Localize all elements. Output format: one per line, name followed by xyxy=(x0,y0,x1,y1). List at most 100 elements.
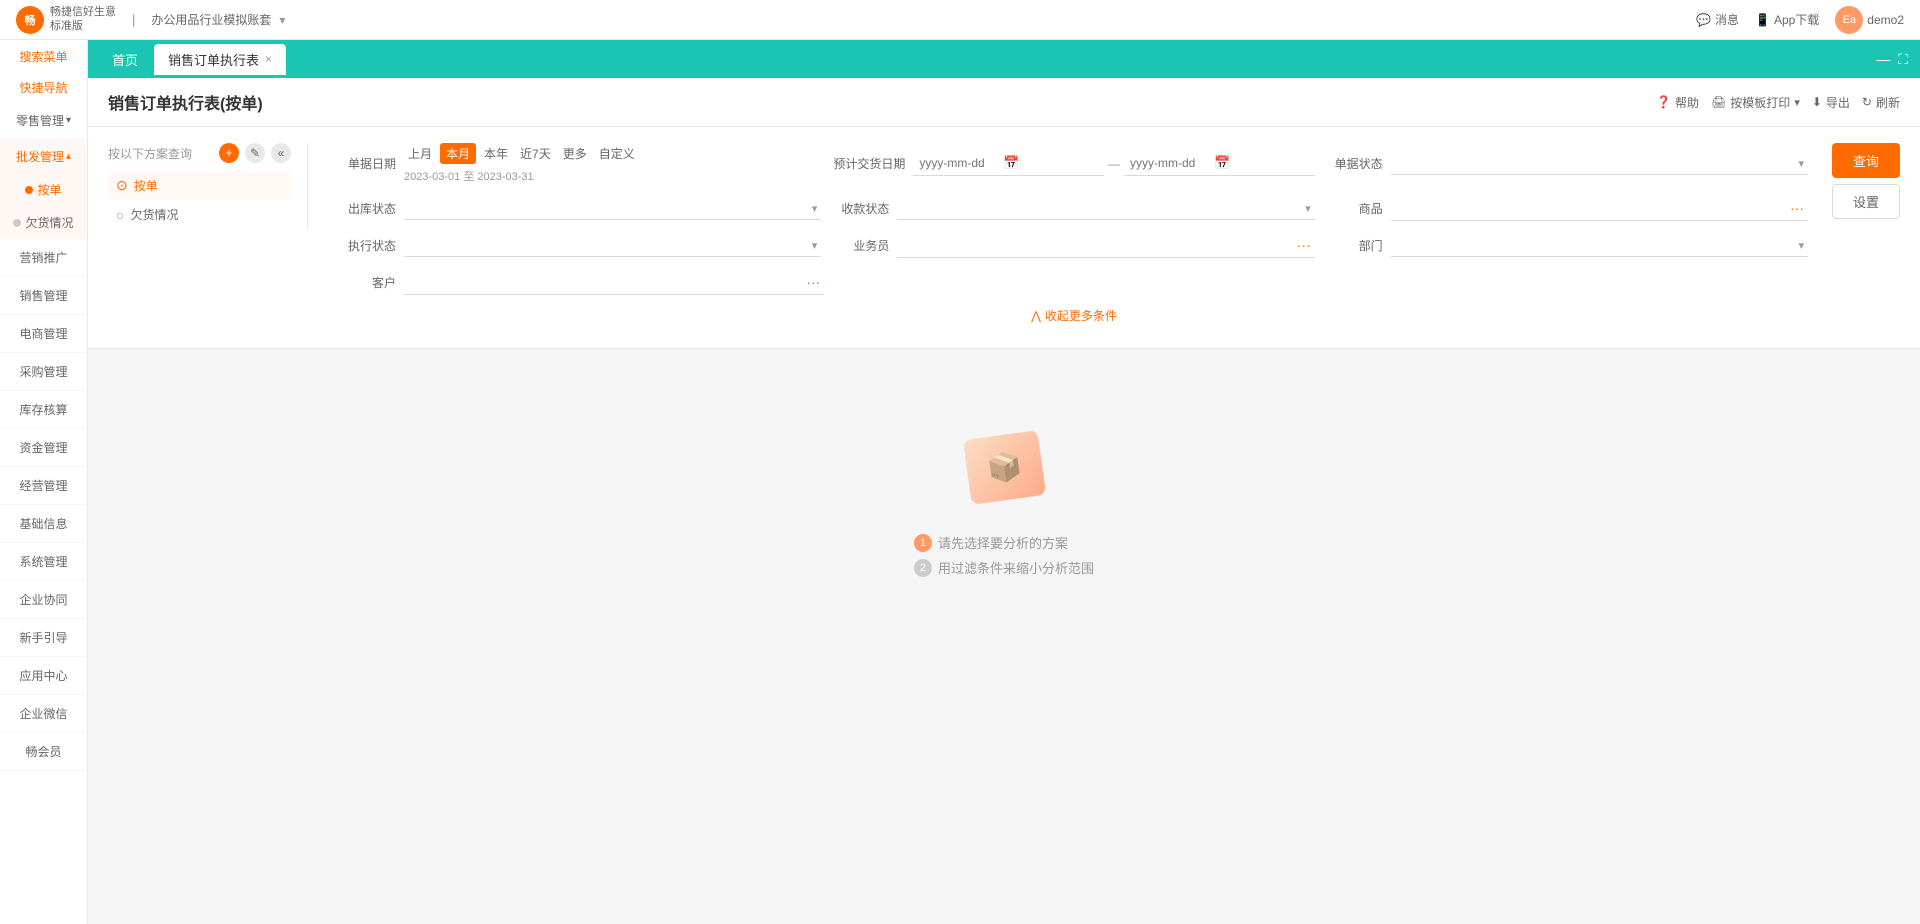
scheme-item-by-order[interactable]: ⊙ 按单 xyxy=(108,171,291,200)
goods-dots-btn[interactable]: ··· xyxy=(1790,200,1804,216)
date-tab-this-month[interactable]: 本月 xyxy=(440,143,476,164)
payment-status-select[interactable] xyxy=(897,197,1314,220)
sidebar-search[interactable]: 搜索菜单 xyxy=(0,40,87,73)
customer-dots-btn[interactable]: ··· xyxy=(806,274,820,290)
main-layout: 搜索菜单 快捷导航 零售管理 ▾ 批发管理 ▴ 按单 欠货情况 营销推广 销售管… xyxy=(0,40,1920,924)
scheme-active-icon: ⊙ xyxy=(116,177,128,194)
sidebar-item-inventory[interactable]: 库存核算 xyxy=(0,391,87,429)
collapse-icon: « xyxy=(278,146,285,160)
active-dot-icon xyxy=(25,186,33,194)
filter-right-area: 单据日期 上月 本月 本年 近7天 更多 自定义 xyxy=(308,143,1900,332)
calendar-icon-from[interactable]: 📅 xyxy=(1003,155,1019,171)
dept-select[interactable] xyxy=(1391,234,1808,257)
help-btn[interactable]: ❓ 帮助 xyxy=(1656,94,1699,111)
filter-left-panel: 按以下方案查询 + ✎ « xyxy=(108,143,308,229)
exec-status-label: 执行状态 xyxy=(340,237,396,254)
customer-label: 客户 xyxy=(340,274,396,291)
sidebar-item-purchase[interactable]: 采购管理 xyxy=(0,353,87,391)
tab-close-icon[interactable]: × xyxy=(265,52,272,66)
sidebar-item-marketing[interactable]: 营销推广 xyxy=(0,239,87,277)
refresh-icon: ↻ xyxy=(1862,95,1872,109)
sidebar-item-appstore[interactable]: 应用中心 xyxy=(0,657,87,695)
sidebar-sub-label-by-order: 按单 xyxy=(37,181,61,198)
scheme-add-btn[interactable]: + xyxy=(219,143,239,163)
app-dropdown-icon[interactable]: ▾ xyxy=(279,13,285,27)
filter-field-goods: 商品 ··· xyxy=(1327,196,1808,221)
predict-date-label: 预计交货日期 xyxy=(833,155,905,172)
query-btn[interactable]: 查询 xyxy=(1832,143,1900,178)
sidebar-item-finance[interactable]: 资金管理 xyxy=(0,429,87,467)
sidebar-group-wholesale: 批发管理 ▴ 按单 欠货情况 xyxy=(0,140,87,239)
exec-status-select[interactable] xyxy=(404,234,821,257)
scheme-edit-btn[interactable]: ✎ xyxy=(245,143,265,163)
delivery-status-select[interactable] xyxy=(404,197,821,220)
scheme-inactive-icon: ○ xyxy=(116,207,124,223)
refresh-btn[interactable]: ↻ 刷新 xyxy=(1862,94,1900,111)
date-tab-this-year[interactable]: 本年 xyxy=(480,143,512,164)
collapse-btn[interactable]: ⋀ 收起更多条件 xyxy=(340,299,1808,332)
inactive-dot-icon xyxy=(13,219,21,227)
sidebar-sub-shortage[interactable]: 欠货情况 xyxy=(0,206,87,239)
top-bar-right: 💬 消息 📱 App下载 Ea demo2 xyxy=(1696,6,1904,34)
scheme-label-shortage: 欠货情况 xyxy=(130,206,178,223)
avatar: Ea xyxy=(1835,6,1863,34)
window-minimize-icon[interactable]: — xyxy=(1876,51,1890,68)
sidebar-item-basic[interactable]: 基础信息 xyxy=(0,505,87,543)
filter-field-delivery-status: 出库状态 ▾ xyxy=(340,197,821,220)
sidebar-item-newuser[interactable]: 新手引导 xyxy=(0,619,87,657)
filter-row-2: 出库状态 ▾ 收款状态 xyxy=(340,196,1808,221)
sidebar-sub-by-order[interactable]: 按单 xyxy=(0,173,87,206)
scheme-item-shortage[interactable]: ○ 欠货情况 xyxy=(108,200,291,229)
app-subtitle: 办公用品行业模拟账套 xyxy=(151,11,271,28)
date-tab-7days[interactable]: 近7天 xyxy=(516,143,555,164)
tab-home[interactable]: 首页 xyxy=(100,44,150,75)
top-bar-left: 畅 畅捷信好生意 标准版 | 办公用品行业模拟账套 ▾ xyxy=(16,6,285,34)
filter-field-date: 单据日期 上月 本月 本年 近7天 更多 自定义 xyxy=(340,143,821,184)
print-btn[interactable]: 🖨 按模板打印 ▾ xyxy=(1711,94,1800,111)
calendar-icon-to[interactable]: 📅 xyxy=(1214,155,1230,171)
sidebar-label-retail: 零售管理 xyxy=(16,112,64,129)
filter-field-payment-status: 收款状态 ▾ xyxy=(833,197,1314,220)
date-tab-more[interactable]: 更多 xyxy=(559,143,591,164)
filter-fields: 单据日期 上月 本月 本年 近7天 更多 自定义 xyxy=(324,143,1808,332)
salesperson-dots-btn[interactable]: ··· xyxy=(1297,237,1311,253)
sidebar-item-wechat[interactable]: 企业微信 xyxy=(0,695,87,733)
setting-btn[interactable]: 设置 xyxy=(1832,184,1900,219)
sidebar-item-retail[interactable]: 零售管理 ▾ xyxy=(0,102,87,140)
sidebar-item-enterprise[interactable]: 企业协同 xyxy=(0,581,87,619)
sidebar-item-wholesale[interactable]: 批发管理 ▴ xyxy=(0,140,87,173)
sidebar-item-ecommerce[interactable]: 电商管理 xyxy=(0,315,87,353)
tab-active-label: 销售订单执行表 xyxy=(168,50,259,69)
dept-select-wrap: ▾ xyxy=(1391,234,1808,257)
predict-date-from-input[interactable] xyxy=(919,156,999,170)
date-tab-custom[interactable]: 自定义 xyxy=(595,143,639,164)
filter-row-3: 执行状态 ▾ 业务员 xyxy=(340,233,1808,258)
window-maximize-icon[interactable]: ⛶ xyxy=(1898,51,1908,68)
date-tab-last-month[interactable]: 上月 xyxy=(404,143,436,164)
empty-hint-2: 2 用过滤条件来缩小分析范围 xyxy=(914,558,1094,577)
scheme-collapse-btn[interactable]: « xyxy=(271,143,291,163)
app-download-btn[interactable]: 📱 App下载 xyxy=(1755,11,1819,28)
logo-text: 畅捷信好生意 标准版 xyxy=(50,6,116,32)
salesperson-label: 业务员 xyxy=(833,237,889,254)
doc-status-select-wrap: ▾ xyxy=(1391,152,1808,175)
message-btn[interactable]: 💬 消息 xyxy=(1696,11,1739,28)
empty-hint-1: 1 请先选择要分析的方案 xyxy=(914,533,1068,552)
top-bar: 畅 畅捷信好生意 标准版 | 办公用品行业模拟账套 ▾ 💬 消息 📱 App下载… xyxy=(0,0,1920,40)
sidebar-item-member[interactable]: 畅会员 xyxy=(0,733,87,771)
chevron-down-icon: ▾ xyxy=(66,115,71,126)
sidebar-item-operation[interactable]: 经营管理 xyxy=(0,467,87,505)
user-menu[interactable]: Ea demo2 xyxy=(1835,6,1904,34)
export-btn[interactable]: ⬇ 导出 xyxy=(1812,94,1850,111)
sidebar-quick-nav[interactable]: 快捷导航 xyxy=(0,73,87,102)
sidebar-item-system[interactable]: 系统管理 xyxy=(0,543,87,581)
doc-status-select[interactable] xyxy=(1391,152,1808,175)
doc-status-label: 单据状态 xyxy=(1327,155,1383,172)
collapse-arrow-icon: ⋀ xyxy=(1031,309,1041,323)
filter-field-exec-status: 执行状态 ▾ xyxy=(340,234,821,257)
sidebar-item-sales[interactable]: 销售管理 xyxy=(0,277,87,315)
predict-date-to-input[interactable] xyxy=(1130,156,1210,170)
goods-label: 商品 xyxy=(1327,200,1383,217)
delivery-status-select-wrap: ▾ xyxy=(404,197,821,220)
tab-active[interactable]: 销售订单执行表 × xyxy=(154,44,286,75)
